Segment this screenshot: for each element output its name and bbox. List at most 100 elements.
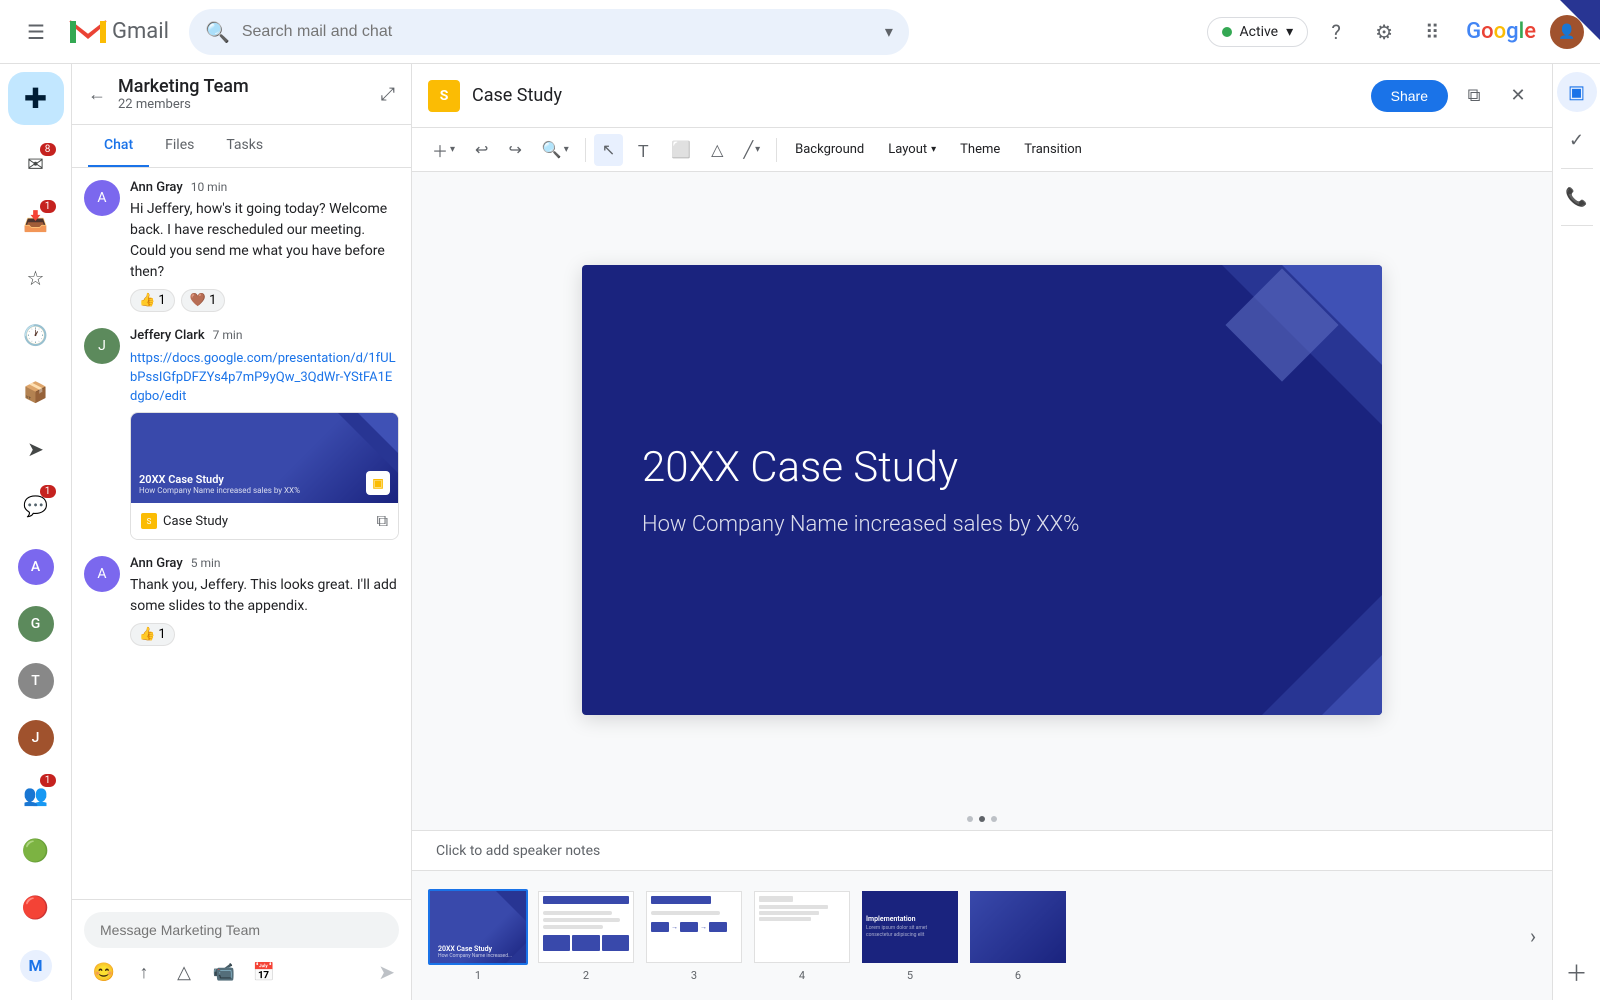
video-button[interactable]: 📹 [208, 956, 240, 988]
slide-thumb-6[interactable]: 6 [968, 889, 1068, 982]
msg-header-1: Ann Gray 10 min [130, 180, 399, 195]
presentation-header: S Case Study Share ⧉ ✕ [412, 64, 1552, 128]
sidebar-item-red[interactable]: 🔴 [8, 882, 64, 935]
search-dropdown-icon[interactable]: ▾ [885, 22, 893, 41]
apps-icon-button[interactable]: ⠿ [1412, 12, 1452, 52]
redo-icon: ↪ [508, 140, 521, 159]
chat-expand-button[interactable]: ⤢ [381, 84, 395, 105]
rs-add-button[interactable]: ＋ [1557, 952, 1597, 992]
toolbar-theme-button[interactable]: Theme [950, 134, 1010, 166]
sidebar-contact-1[interactable]: A [8, 540, 64, 593]
sidebar-contact-2[interactable]: G [8, 597, 64, 650]
menu-icon[interactable]: ☰ [16, 12, 56, 52]
slide-dot-1[interactable] [967, 816, 973, 822]
mail-badge: 8 [40, 143, 56, 156]
slide-thumb-img-2 [536, 889, 636, 965]
rs-slides-button[interactable]: ▣ [1557, 72, 1597, 112]
gmail-logo: Gmail [68, 17, 169, 47]
rs-phone-button[interactable]: 📞 [1557, 177, 1597, 217]
sidebar-item-clock[interactable]: 🕐 [8, 308, 64, 361]
reaction-thumbsup-3[interactable]: 👍 1 [130, 623, 175, 646]
sidebar-item-green[interactable]: 🟢 [8, 825, 64, 878]
thumb-slide-1-content: 20XX Case Study How Company Name increas… [430, 891, 526, 963]
undo-icon: ↩ [475, 140, 488, 159]
sidebar-item-chat[interactable]: 💬 1 [8, 479, 64, 532]
image-icon: ⬜ [671, 140, 691, 159]
toolbar-select-button[interactable]: ↖ [594, 134, 623, 166]
preview-open-button[interactable]: ⧉ [377, 511, 388, 531]
share-button[interactable]: Share [1371, 80, 1448, 112]
toolbar-zoom-button[interactable]: 🔍 ▾ [534, 134, 577, 166]
sidebar-people-icon-btn[interactable]: 👥 1 [8, 768, 64, 821]
rs-check-icon: ✓ [1569, 130, 1584, 151]
slide-strip-next-button[interactable]: › [1530, 924, 1536, 948]
search-input[interactable] [242, 23, 873, 41]
sidebar-item-starred[interactable]: ☆ [8, 251, 64, 304]
sidebar-item-mail[interactable]: ✉ 8 [8, 137, 64, 190]
slide-thumb-3[interactable]: → → 3 [644, 889, 744, 982]
sidebar-item-m[interactable]: M [8, 939, 64, 992]
drive-button[interactable]: △ [168, 956, 200, 988]
slide-thumb-4[interactable]: 4 [752, 889, 852, 982]
slide-thumb-1[interactable]: 20XX Case Study How Company Name increas… [428, 889, 528, 982]
settings-icon-button[interactable]: ⚙ [1364, 12, 1404, 52]
cursor-icon: ↖ [602, 140, 615, 159]
speaker-notes[interactable]: Click to add speaker notes [412, 830, 1552, 870]
toolbar-add-button[interactable]: ＋ ▾ [424, 134, 463, 166]
toolbar-sep-1 [585, 138, 586, 162]
status-button[interactable]: Active ▾ [1207, 17, 1309, 47]
rs-check-button[interactable]: ✓ [1557, 120, 1597, 160]
reaction-thumbsup-1[interactable]: 👍 1 [130, 289, 175, 312]
slide-canvas[interactable]: 20XX Case Study How Company Name increas… [412, 172, 1552, 808]
tab-files[interactable]: Files [149, 125, 210, 167]
slide-thumb-2[interactable]: 2 [536, 889, 636, 982]
open-external-button[interactable]: ⧉ [1456, 78, 1492, 114]
tab-chat[interactable]: Chat [88, 125, 149, 167]
toolbar-text-button[interactable]: Ｔ [627, 134, 659, 166]
send-button[interactable]: ➤ [378, 960, 395, 984]
toolbar-shape-button[interactable]: △ [703, 134, 731, 166]
toolbar-transition-button[interactable]: Transition [1014, 134, 1092, 166]
toolbar-background-button[interactable]: Background [785, 134, 874, 166]
slides-icon-badge: S [141, 513, 157, 529]
slide-dot-3[interactable] [991, 816, 997, 822]
line-icon: ╱ [743, 140, 753, 159]
presentation-area: S Case Study Share ⧉ ✕ ＋ ▾ ↩ ↪ [412, 64, 1552, 1000]
slide-thumb-num-5: 5 [860, 969, 960, 982]
close-presentation-button[interactable]: ✕ [1500, 78, 1536, 114]
sidebar-item-inbox[interactable]: 📥 1 [8, 194, 64, 247]
sidebar-item-send[interactable]: ➤ [8, 422, 64, 475]
msg-header-2: Jeffery Clark 7 min [130, 328, 399, 343]
calendar-button[interactable]: 📅 [248, 956, 280, 988]
help-icon-button[interactable]: ? [1316, 12, 1356, 52]
toolbar-redo-button[interactable]: ↪ [500, 134, 529, 166]
chat-back-button[interactable]: ← [88, 84, 106, 105]
slide-thumb-5[interactable]: Implementation Lorem ipsum dolor sit ame… [860, 889, 960, 982]
compose-button[interactable]: ✚ [8, 72, 64, 125]
msg-author-2: Jeffery Clark [130, 328, 205, 343]
reaction-brown-1[interactable]: 🤎 1 [181, 289, 226, 312]
chat-message-input[interactable] [100, 922, 383, 938]
theme-label: Theme [960, 142, 1000, 157]
sidebar-contact-3[interactable]: T [8, 654, 64, 707]
slide-dot-2[interactable] [979, 816, 985, 822]
thumb-slide-4-content [754, 891, 850, 963]
slide-main-title: 20XX Case Study [642, 443, 1322, 492]
tab-tasks[interactable]: Tasks [210, 125, 279, 167]
compose-plus-icon: ✚ [24, 82, 47, 115]
rs-slides-icon: ▣ [1568, 82, 1585, 103]
msg-link-2[interactable]: https://docs.google.com/presentation/d/1… [130, 351, 396, 404]
emoji-button[interactable]: 😊 [88, 956, 120, 988]
toolbar-layout-button[interactable]: Layout ▾ [878, 134, 946, 166]
sidebar-item-save[interactable]: 📦 [8, 365, 64, 418]
attach-button[interactable]: ↑ [128, 956, 160, 988]
slide-thumb-img-4 [752, 889, 852, 965]
download-icon: 📦 [23, 380, 48, 404]
search-bar[interactable]: 🔍 ▾ [189, 9, 909, 55]
toolbar-line-button[interactable]: ╱ ▾ [735, 134, 768, 166]
toolbar-image-button[interactable]: ⬜ [663, 134, 699, 166]
chat-message-3: A Ann Gray 5 min Thank you, Jeffery. Thi… [84, 556, 399, 646]
close-icon: ✕ [1510, 85, 1525, 106]
sidebar-contact-4[interactable]: J [8, 711, 64, 764]
toolbar-undo-button[interactable]: ↩ [467, 134, 496, 166]
